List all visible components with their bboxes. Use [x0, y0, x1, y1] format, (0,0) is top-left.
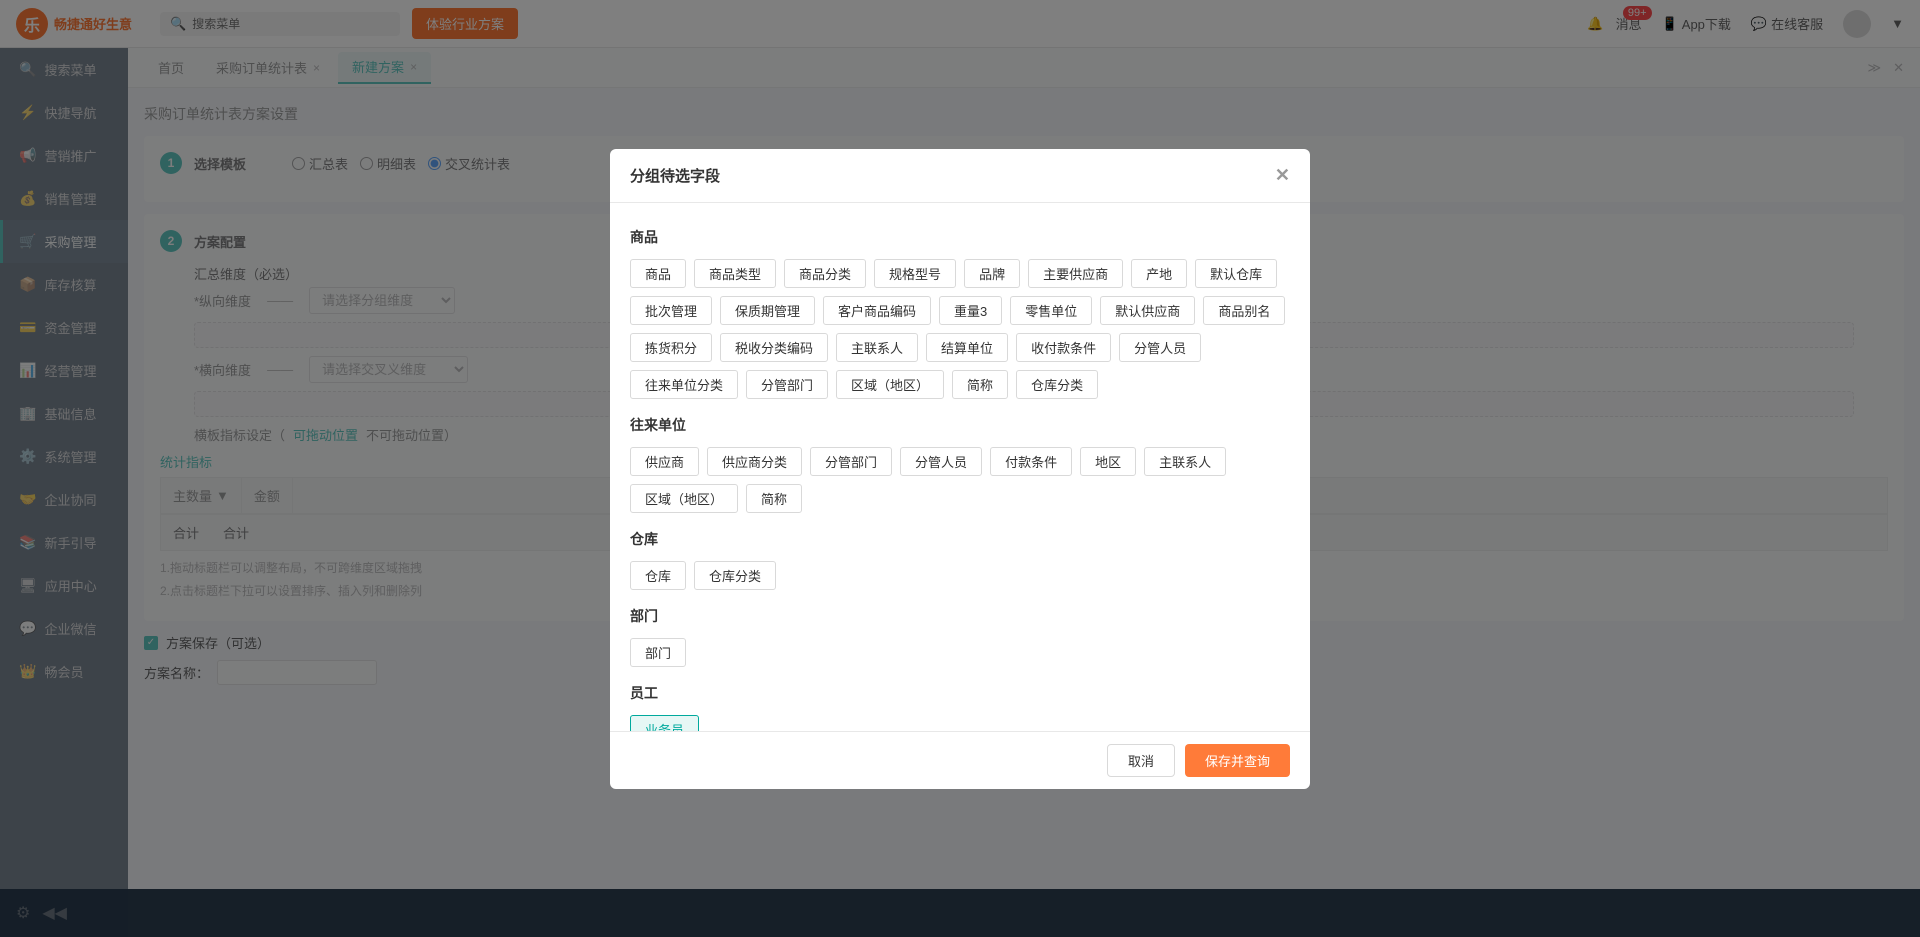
field-tag-pick-score[interactable]: 拣货积分 — [630, 333, 712, 362]
field-tag-product[interactable]: 商品 — [630, 259, 686, 288]
field-tag-region-product[interactable]: 区域（地区） — [836, 370, 944, 399]
field-tag-expiry-mgmt[interactable]: 保质期管理 — [720, 296, 815, 325]
field-tag-spec-model[interactable]: 规格型号 — [874, 259, 956, 288]
modal: 分组待选字段 ✕ 商品 商品 商品类型 商品分类 规格型号 品牌 主要供应商 产… — [610, 149, 1310, 789]
modal-title: 分组待选字段 — [630, 165, 720, 186]
field-tag-product-type[interactable]: 商品类型 — [694, 259, 776, 288]
field-grid-dept: 部门 — [630, 638, 1290, 667]
field-grid-employee: 业务员 — [630, 715, 1290, 731]
field-tag-main-contact-cp[interactable]: 主联系人 — [1144, 447, 1226, 476]
field-tag-region-cp[interactable]: 区域（地区） — [630, 484, 738, 513]
field-tag-supplier[interactable]: 供应商 — [630, 447, 699, 476]
modal-body: 商品 商品 商品类型 商品分类 规格型号 品牌 主要供应商 产地 默认仓库 批次… — [610, 203, 1310, 731]
field-tag-settle-unit[interactable]: 结算单位 — [926, 333, 1008, 362]
field-tag-default-warehouse[interactable]: 默认仓库 — [1195, 259, 1277, 288]
field-tag-short-name-product[interactable]: 简称 — [952, 370, 1008, 399]
field-tag-manager[interactable]: 分管人员 — [1119, 333, 1201, 362]
section-title-product: 商品 — [630, 227, 1290, 247]
field-tag-manage-dept[interactable]: 分管部门 — [810, 447, 892, 476]
section-title-counterpart: 往来单位 — [630, 415, 1290, 435]
field-tag-product-alias[interactable]: 商品别名 — [1203, 296, 1285, 325]
section-title-employee: 员工 — [630, 683, 1290, 703]
field-tag-retail-unit[interactable]: 零售单位 — [1010, 296, 1092, 325]
field-tag-batch-mgmt[interactable]: 批次管理 — [630, 296, 712, 325]
field-tag-dept-field[interactable]: 部门 — [630, 638, 686, 667]
field-tag-warehouse-category[interactable]: 仓库分类 — [694, 561, 776, 590]
field-tag-payment-terms[interactable]: 收付款条件 — [1016, 333, 1111, 362]
field-tag-counterpart-category[interactable]: 往来单位分类 — [630, 370, 738, 399]
field-tag-customer-code[interactable]: 客户商品编码 — [823, 296, 931, 325]
confirm-button[interactable]: 保存并查询 — [1185, 744, 1290, 777]
field-tag-supplier-category[interactable]: 供应商分类 — [707, 447, 802, 476]
field-tag-weight3[interactable]: 重量3 — [939, 296, 1002, 325]
field-tag-default-supplier[interactable]: 默认供应商 — [1100, 296, 1195, 325]
cancel-button[interactable]: 取消 — [1107, 744, 1175, 777]
field-tag-area[interactable]: 地区 — [1080, 447, 1136, 476]
field-tag-sales-person[interactable]: 业务员 — [630, 715, 699, 731]
section-title-warehouse: 仓库 — [630, 529, 1290, 549]
field-tag-main-supplier[interactable]: 主要供应商 — [1028, 259, 1123, 288]
field-grid-warehouse: 仓库 仓库分类 — [630, 561, 1290, 590]
field-tag-tax-code[interactable]: 税收分类编码 — [720, 333, 828, 362]
modal-header: 分组待选字段 ✕ — [610, 149, 1310, 203]
field-tag-manage-person[interactable]: 分管人员 — [900, 447, 982, 476]
field-tag-origin[interactable]: 产地 — [1131, 259, 1187, 288]
modal-footer: 取消 保存并查询 — [610, 731, 1310, 789]
field-tag-payment-cond[interactable]: 付款条件 — [990, 447, 1072, 476]
field-tag-warehouse[interactable]: 仓库 — [630, 561, 686, 590]
field-tag-brand[interactable]: 品牌 — [964, 259, 1020, 288]
field-grid-product: 商品 商品类型 商品分类 规格型号 品牌 主要供应商 产地 默认仓库 批次管理 … — [630, 259, 1290, 399]
section-title-dept: 部门 — [630, 606, 1290, 626]
field-tag-short-name-cp[interactable]: 简称 — [746, 484, 802, 513]
field-tag-dept[interactable]: 分管部门 — [746, 370, 828, 399]
modal-close-btn[interactable]: ✕ — [1275, 165, 1290, 186]
modal-overlay: 分组待选字段 ✕ 商品 商品 商品类型 商品分类 规格型号 品牌 主要供应商 产… — [0, 0, 1920, 937]
field-grid-counterpart: 供应商 供应商分类 分管部门 分管人员 付款条件 地区 主联系人 区域（地区） … — [630, 447, 1290, 513]
field-tag-main-contact[interactable]: 主联系人 — [836, 333, 918, 362]
field-tag-warehouse-category-product[interactable]: 仓库分类 — [1016, 370, 1098, 399]
field-tag-product-category[interactable]: 商品分类 — [784, 259, 866, 288]
